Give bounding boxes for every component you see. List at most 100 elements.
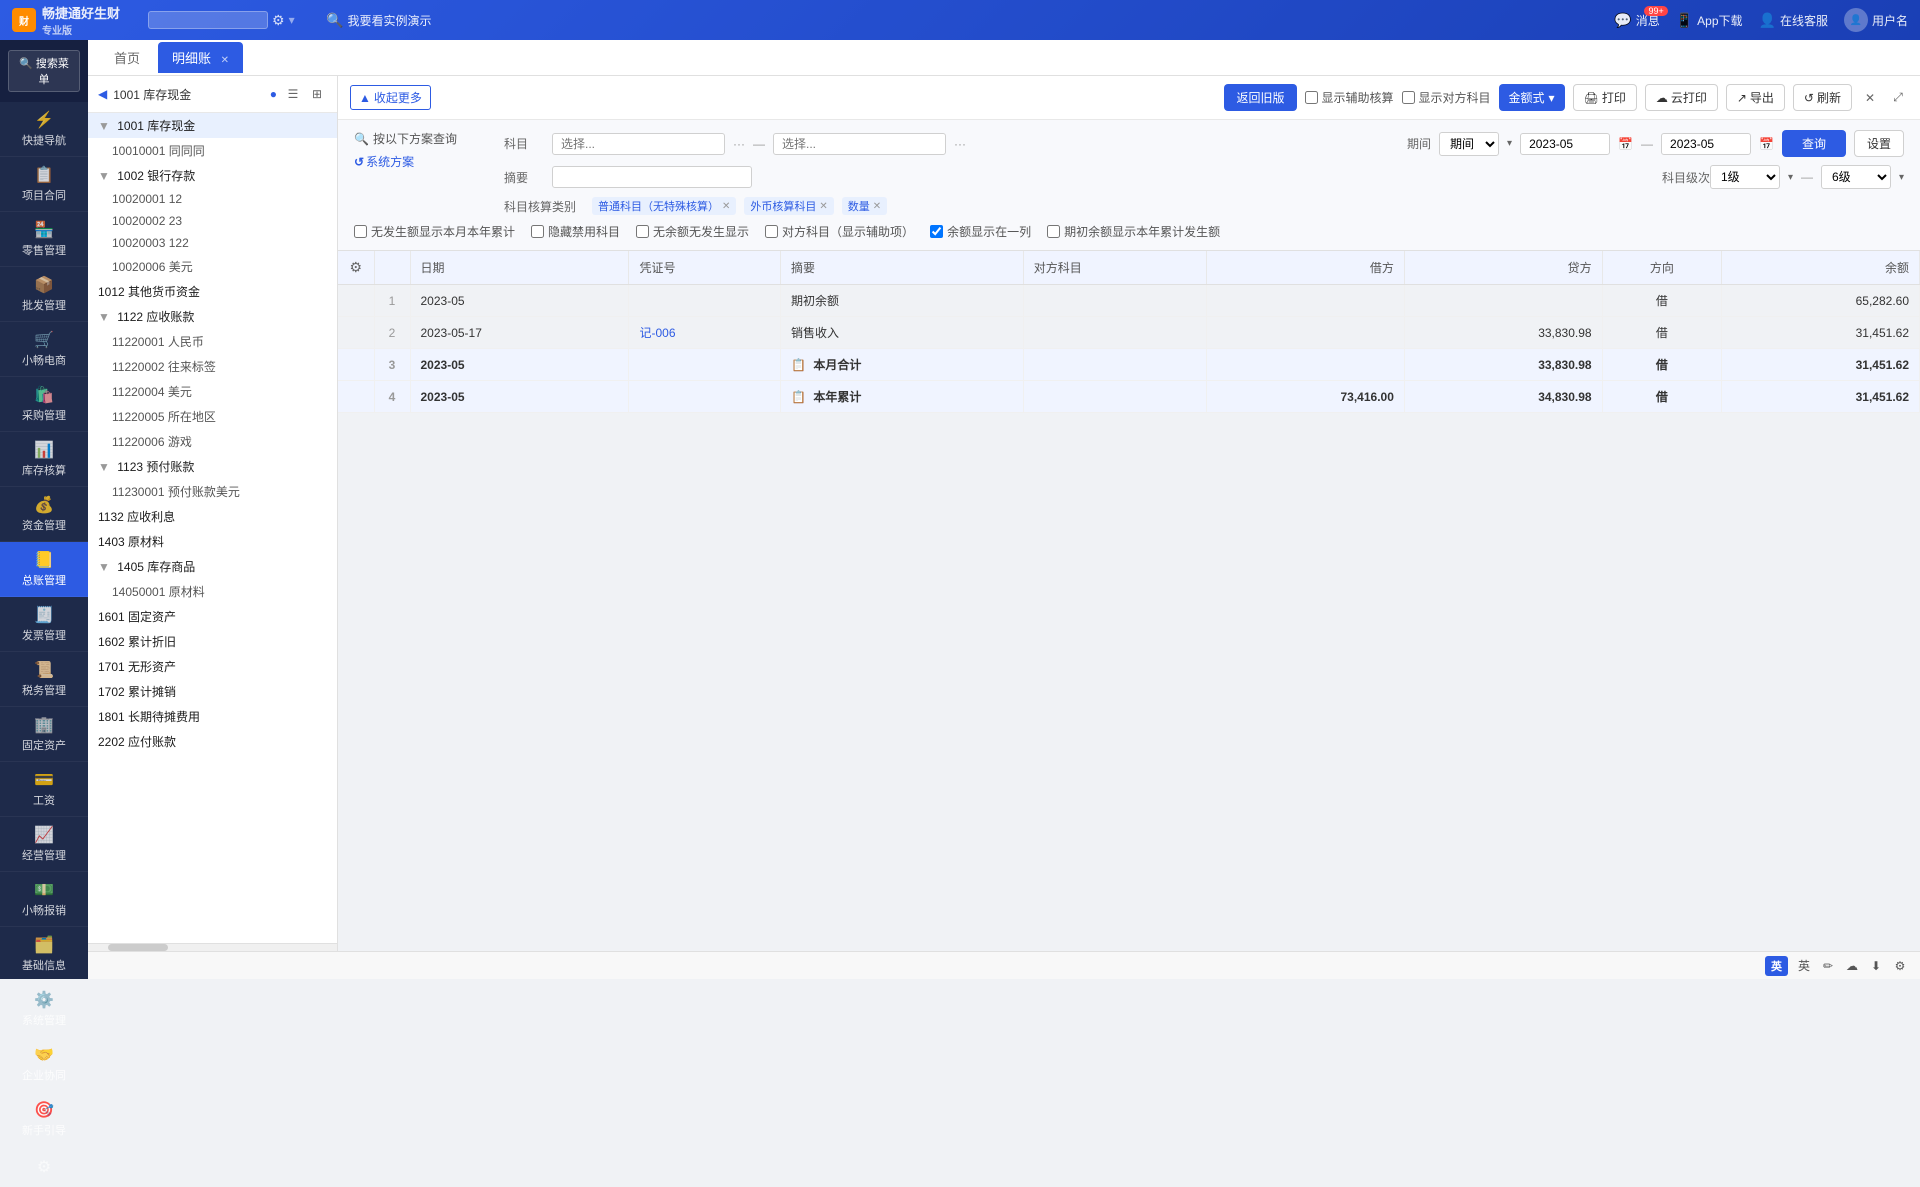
checkbox-no-balance[interactable]: 无余额无发生显示 — [636, 223, 749, 240]
show-opposite-input[interactable] — [1402, 91, 1415, 104]
horizontal-scrollbar[interactable] — [88, 943, 337, 951]
no-occur-input[interactable] — [354, 225, 367, 238]
sidebar-item-inventory[interactable]: 📊 库存核算 — [0, 432, 88, 487]
sidebar-bottom-settings[interactable]: ⚙ — [0, 1147, 88, 1187]
tree-item-2202[interactable]: 2202 应付账款 — [88, 729, 337, 754]
kemu-end-input[interactable] — [773, 133, 946, 155]
sidebar-item-guide[interactable]: 🎯 新手引导 — [0, 1092, 88, 1147]
tree-item-10020002[interactable]: 10020002 23 — [88, 210, 337, 232]
period-type-select[interactable]: 期间 — [1439, 132, 1499, 156]
list-view-icon[interactable]: ☰ — [283, 84, 303, 104]
tree-item-11220006[interactable]: 11220006 游戏 — [88, 429, 337, 454]
tree-item-11220005[interactable]: 11220005 所在地区 — [88, 404, 337, 429]
tree-item-10020001[interactable]: 10020001 12 — [88, 188, 337, 210]
sidebar-item-finance[interactable]: 💰 资金管理 — [0, 487, 88, 542]
show-aux-checkbox[interactable]: 显示辅助核算 — [1305, 89, 1394, 106]
tab-close-icon[interactable]: ✕ — [221, 55, 229, 66]
level-to-select[interactable]: 6级 — [1821, 165, 1891, 189]
no-balance-input[interactable] — [636, 225, 649, 238]
cloud-icon[interactable]: ☁ — [1844, 958, 1860, 974]
message-btn[interactable]: 💬 消息 99+ — [1614, 12, 1659, 29]
top-search-input[interactable] — [148, 11, 268, 29]
tree-item-10020003[interactable]: 10020003 122 — [88, 232, 337, 254]
level-from-select[interactable]: 1级 2级 3级 — [1710, 165, 1780, 189]
tree-item-10010001[interactable]: 10010001 同同同 — [88, 138, 337, 163]
sidebar-item-report[interactable]: 💵 小畅报销 — [0, 872, 88, 927]
tree-item-1702[interactable]: 1702 累计摊销 — [88, 679, 337, 704]
tree-item-1123[interactable]: ▼ 1123 预付账款 — [88, 454, 337, 479]
opposite-input[interactable] — [765, 225, 778, 238]
tree-item-1403[interactable]: 1403 原材料 — [88, 529, 337, 554]
tab-home[interactable]: 首页 — [100, 42, 154, 73]
period-from-input[interactable] — [1520, 133, 1610, 155]
checkbox-hide-disabled[interactable]: 隐藏禁用科目 — [531, 223, 620, 240]
left-panel-arrow[interactable]: ◀ — [98, 87, 107, 101]
tree-item-11220002[interactable]: 11220002 往来标签 — [88, 354, 337, 379]
sidebar-item-purchase[interactable]: 🛍️ 采购管理 — [0, 377, 88, 432]
checkbox-opposite[interactable]: 对方科目（显示辅助项） — [765, 223, 914, 240]
tree-item-1122[interactable]: ▼ 1122 应收账款 — [88, 304, 337, 329]
show-opposite-checkbox[interactable]: 显示对方科目 — [1402, 89, 1491, 106]
cloud-print-btn[interactable]: ☁ 云打印 — [1645, 84, 1718, 111]
sidebar-item-ecommerce[interactable]: 🛒 小畅电商 — [0, 322, 88, 377]
summary-input[interactable] — [552, 166, 752, 188]
user-area[interactable]: 👤 用户名 — [1844, 8, 1908, 32]
settings-icon[interactable]: ⚙ — [272, 12, 285, 29]
balance-col-input[interactable] — [930, 225, 943, 238]
tag2-close-icon[interactable]: ✕ — [819, 201, 827, 212]
setting-btn[interactable]: 设置 — [1854, 130, 1904, 157]
tree-item-11230001[interactable]: 11230001 预付账款美元 — [88, 479, 337, 504]
print-btn[interactable]: 🖨 打印 — [1573, 84, 1637, 111]
kemu-start-input[interactable] — [552, 133, 725, 155]
close-panel-btn[interactable]: ✕ — [1860, 88, 1880, 108]
hide-disabled-input[interactable] — [531, 225, 544, 238]
tab-detail[interactable]: 明细账 ✕ — [158, 42, 243, 73]
beginning-input[interactable] — [1047, 225, 1060, 238]
sidebar-item-ledger[interactable]: 📒 总账管理 — [0, 542, 88, 597]
period-to-input[interactable] — [1661, 133, 1751, 155]
tree-item-1601[interactable]: 1601 固定资产 — [88, 604, 337, 629]
tag1-close-icon[interactable]: ✕ — [722, 201, 730, 212]
sidebar-item-retail[interactable]: 🏪 零售管理 — [0, 212, 88, 267]
checkbox-no-occur[interactable]: 无发生额显示本月本年累计 — [354, 223, 515, 240]
checkbox-beginning[interactable]: 期初余额显示本年累计发生额 — [1047, 223, 1220, 240]
edit-icon[interactable]: ✏ — [1820, 958, 1836, 974]
query-btn[interactable]: 查询 — [1782, 130, 1846, 157]
sidebar-item-coop[interactable]: 🤝 企业协同 — [0, 1037, 88, 1092]
tag3-close-icon[interactable]: ✕ — [873, 201, 881, 212]
tree-item-1405[interactable]: ▼ 1405 库存商品 — [88, 554, 337, 579]
online-service-btn[interactable]: 👤 在线客服 — [1759, 12, 1828, 29]
sidebar-item-invoice[interactable]: 🧾 发票管理 — [0, 597, 88, 652]
collect-more-btn[interactable]: ▲ 收起更多 — [350, 85, 431, 110]
app-download-btn[interactable]: 📱 App下载 — [1676, 12, 1743, 29]
tree-item-1801[interactable]: 1801 长期待摊费用 — [88, 704, 337, 729]
sidebar-item-business[interactable]: 📈 经营管理 — [0, 817, 88, 872]
calendar-to-icon[interactable]: 📅 — [1759, 137, 1774, 151]
settings-col-icon[interactable]: ⚙ — [349, 259, 362, 275]
expand-panel-btn[interactable]: ⤢ — [1888, 88, 1908, 108]
expand-tree-icon[interactable]: ⊞ — [307, 84, 327, 104]
tree-item-1001[interactable]: ▼ 1001 库存现金 — [88, 113, 337, 138]
tree-item-14050001[interactable]: 14050001 原材料 — [88, 579, 337, 604]
export-btn[interactable]: ↗ 导出 — [1726, 84, 1785, 111]
sidebar-item-tax[interactable]: 📜 税务管理 — [0, 652, 88, 707]
sidebar-item-basic[interactable]: 🗂️ 基础信息 — [0, 927, 88, 982]
sidebar-item-salary[interactable]: 💳 工资 — [0, 762, 88, 817]
tree-item-1012[interactable]: 1012 其他货币资金 — [88, 279, 337, 304]
translate-icon[interactable]: 英 — [1796, 958, 1812, 974]
tree-item-1002[interactable]: ▼ 1002 银行存款 — [88, 163, 337, 188]
tree-item-1132[interactable]: 1132 应收利息 — [88, 504, 337, 529]
sidebar-item-quick-nav[interactable]: ⚡ 快捷导航 — [0, 102, 88, 157]
gear-icon[interactable]: ⚙ — [1892, 958, 1908, 974]
sidebar-item-wholesale[interactable]: 📦 批发管理 — [0, 267, 88, 322]
sidebar-search-btn[interactable]: 🔍 搜索菜单 — [8, 50, 80, 92]
calendar-from-icon[interactable]: 📅 — [1618, 137, 1633, 151]
show-aux-input[interactable] — [1305, 91, 1318, 104]
back-old-btn[interactable]: 返回旧版 — [1224, 84, 1296, 111]
lang-switch-btn[interactable]: 英 — [1765, 956, 1788, 976]
row2-voucher[interactable]: 记-006 — [629, 317, 781, 349]
sidebar-item-fixed[interactable]: 🏢 固定资产 — [0, 707, 88, 762]
tree-item-1602[interactable]: 1602 累计折旧 — [88, 629, 337, 654]
amount-format-btn[interactable]: 金额式 ▾ — [1499, 84, 1565, 111]
download-icon[interactable]: ⬇ — [1868, 958, 1884, 974]
